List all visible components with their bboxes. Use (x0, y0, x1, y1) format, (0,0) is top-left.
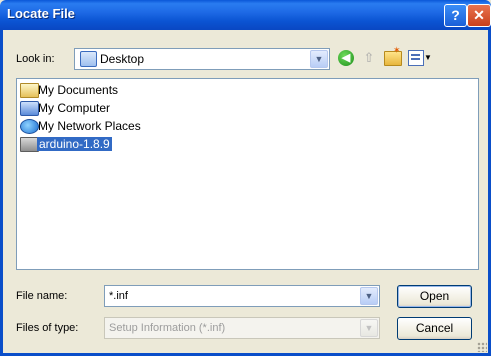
file-name-value: *.inf (109, 290, 128, 302)
chevron-down-icon[interactable]: ▼ (310, 50, 328, 68)
title-bar[interactable]: Locate File ? ✕ (0, 0, 491, 30)
up-folder-icon[interactable]: ⇧ (362, 50, 376, 66)
network-places-icon (20, 119, 39, 134)
views-menu-icon[interactable] (408, 50, 424, 66)
chevron-down-icon[interactable]: ▼ (360, 287, 378, 305)
my-computer-icon (20, 101, 39, 116)
chevron-down-icon: ▼ (360, 319, 378, 337)
list-item-label: arduino-1.8.9 (37, 137, 112, 151)
file-name-label: File name: (16, 290, 68, 302)
list-item-label: My Documents (38, 83, 119, 97)
dialog-title: Locate File (7, 6, 75, 21)
open-button[interactable]: Open (397, 285, 472, 308)
file-type-select: Setup Information (*.inf) ▼ (104, 317, 380, 339)
window-frame-left (0, 30, 3, 356)
desktop-icon (80, 51, 97, 67)
my-documents-icon (20, 83, 39, 98)
file-type-label: Files of type: (16, 322, 79, 334)
close-button[interactable]: ✕ (467, 4, 491, 27)
list-item-label: My Network Places (38, 119, 141, 133)
look-in-label: Look in: (16, 53, 55, 65)
new-folder-icon[interactable] (384, 45, 402, 66)
file-name-input[interactable]: *.inf ▼ (104, 285, 380, 307)
views-dropdown-arrow-icon[interactable]: ▼ (424, 53, 432, 62)
look-in-combo[interactable]: Desktop ▼ (74, 48, 330, 70)
back-arrow-icon[interactable]: ◀ (338, 50, 354, 66)
resize-grip-icon[interactable] (477, 342, 487, 352)
help-button[interactable]: ? (444, 4, 467, 27)
look-in-value: Desktop (100, 52, 145, 66)
cancel-button[interactable]: Cancel (397, 317, 472, 340)
locate-file-dialog: Locate File ? ✕ Look in: Desktop ▼ ◀ ⇧ ▼… (0, 0, 491, 356)
list-item-label: My Computer (38, 101, 111, 115)
file-type-value: Setup Information (*.inf) (109, 322, 226, 334)
file-list[interactable]: My Documents My Computer My Network Plac… (16, 78, 479, 270)
